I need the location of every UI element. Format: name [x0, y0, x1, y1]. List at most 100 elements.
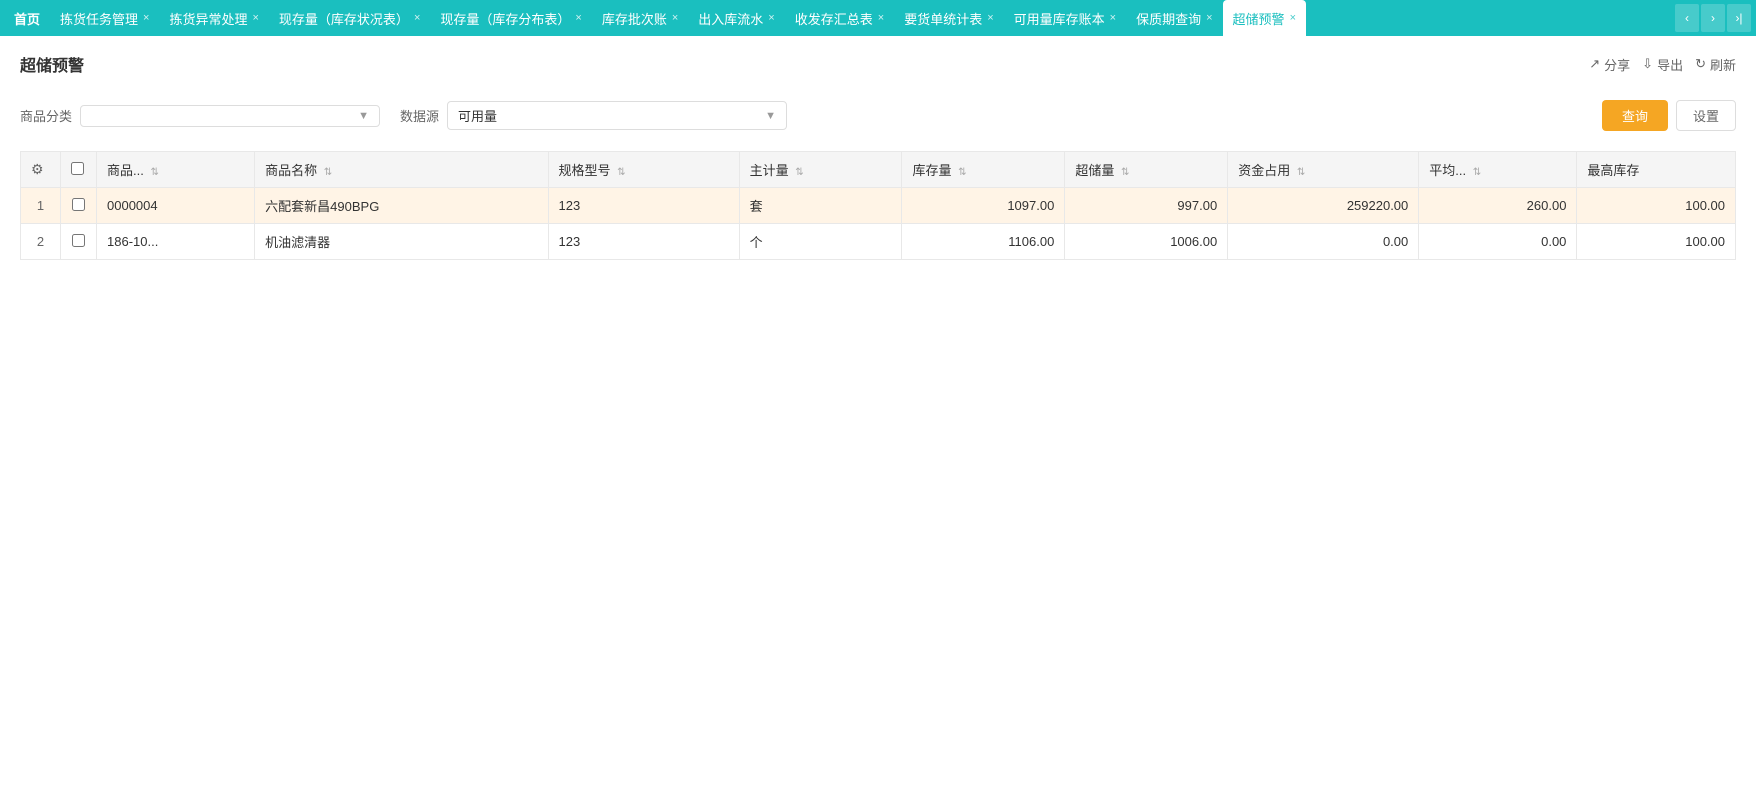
cell-max-stock: 100.00	[1577, 188, 1736, 224]
cell-max-stock: 100.00	[1577, 224, 1736, 260]
nav-tab-10[interactable]: 保质期查询 ×	[1126, 0, 1222, 36]
page-content: 超储预警 ↗ 分享 ⇩ 导出 ↻ 刷新 商品分类 ▼ 数据源	[0, 36, 1756, 800]
cell-avg: 0.00	[1419, 224, 1577, 260]
page-title: 超储预警	[20, 52, 84, 76]
data-table: ⚙ 商品... ⇅ 商品名称 ⇅ 规格型号 ⇅ 主计量	[20, 151, 1736, 260]
th-gear: ⚙	[21, 152, 61, 188]
export-icon: ⇩	[1642, 56, 1653, 72]
sort-icon: ⇅	[1473, 167, 1481, 178]
cell-avg: 260.00	[1419, 188, 1577, 224]
row-checkbox-cell	[61, 188, 97, 224]
th-product-code: 商品... ⇅	[97, 152, 255, 188]
sort-icon: ⇅	[958, 167, 966, 178]
cell-overage: 1006.00	[1065, 224, 1228, 260]
query-button[interactable]: 查询	[1602, 100, 1668, 131]
nav-tab-3[interactable]: 现存量（库存状况表） ×	[269, 0, 430, 36]
row-number: 1	[21, 188, 61, 224]
nav-tab-1[interactable]: 拣货任务管理 ×	[50, 0, 159, 36]
nav-tab-5[interactable]: 库存批次账 ×	[592, 0, 688, 36]
nav-tab-6[interactable]: 出入库流水 ×	[688, 0, 784, 36]
nav-tab-4[interactable]: 现存量（库存分布表） ×	[430, 0, 591, 36]
th-overage: 超储量 ⇅	[1065, 152, 1228, 188]
datasource-label: 数据源	[400, 106, 439, 125]
row-checkbox[interactable]	[72, 198, 85, 211]
header-row: ⚙ 商品... ⇅ 商品名称 ⇅ 规格型号 ⇅ 主计量	[21, 152, 1736, 188]
sort-icon: ⇅	[1297, 167, 1305, 178]
cell-stock: 1097.00	[902, 188, 1065, 224]
cell-overage: 997.00	[1065, 188, 1228, 224]
filter-bar: 商品分类 ▼ 数据源 可用量 ▼ 查询 设置	[20, 92, 1736, 139]
nav-tab-2[interactable]: 拣货异常处理 ×	[159, 0, 268, 36]
top-nav: 首页 拣货任务管理 × 拣货异常处理 × 现存量（库存状况表） × 现存量（库存…	[0, 0, 1756, 36]
share-button[interactable]: ↗ 分享	[1589, 55, 1630, 74]
table-body: 1 0000004 六配套新昌490BPG 123 套 1097.00 997.…	[21, 188, 1736, 260]
category-label: 商品分类	[20, 106, 72, 125]
close-icon[interactable]: ×	[414, 12, 420, 24]
cell-spec: 123	[548, 188, 739, 224]
cell-capital: 259220.00	[1228, 188, 1419, 224]
close-icon[interactable]: ×	[768, 12, 774, 24]
cell-capital: 0.00	[1228, 224, 1419, 260]
nav-tab-8[interactable]: 要货单统计表 ×	[894, 0, 1003, 36]
refresh-icon: ↻	[1695, 56, 1706, 72]
settings-button[interactable]: 设置	[1676, 100, 1736, 131]
nav-tab-11[interactable]: 超储预警 ×	[1223, 0, 1306, 36]
close-icon[interactable]: ×	[1110, 12, 1116, 24]
cell-unit: 个	[739, 224, 902, 260]
cell-unit: 套	[739, 188, 902, 224]
sort-icon: ⇅	[324, 167, 332, 178]
th-capital: 资金占用 ⇅	[1228, 152, 1419, 188]
export-button[interactable]: ⇩ 导出	[1642, 55, 1683, 74]
header-actions: ↗ 分享 ⇩ 导出 ↻ 刷新	[1589, 55, 1736, 74]
sort-icon: ⇅	[150, 167, 158, 178]
cell-stock: 1106.00	[902, 224, 1065, 260]
close-icon[interactable]: ×	[878, 12, 884, 24]
datasource-select-value: 可用量	[458, 106, 497, 125]
refresh-button[interactable]: ↻ 刷新	[1695, 55, 1736, 74]
cell-spec: 123	[548, 224, 739, 260]
cell-product-code: 0000004	[97, 188, 255, 224]
chevron-down-icon: ▼	[358, 110, 369, 122]
row-checkbox-cell	[61, 224, 97, 260]
datasource-select[interactable]: 可用量 ▼	[447, 101, 787, 130]
th-spec: 规格型号 ⇅	[548, 152, 739, 188]
th-unit: 主计量 ⇅	[739, 152, 902, 188]
row-number: 2	[21, 224, 61, 260]
cell-product-code: 186-10...	[97, 224, 255, 260]
category-filter: 商品分类 ▼	[20, 105, 380, 127]
sort-icon: ⇅	[1121, 167, 1129, 178]
nav-arrows: ‹ › ›|	[1674, 4, 1752, 32]
select-all-checkbox[interactable]	[71, 162, 84, 175]
table-row: 1 0000004 六配套新昌490BPG 123 套 1097.00 997.…	[21, 188, 1736, 224]
nav-prev-button[interactable]: ‹	[1675, 4, 1699, 32]
close-icon[interactable]: ×	[252, 12, 258, 24]
nav-next-button[interactable]: ›	[1701, 4, 1725, 32]
share-icon: ↗	[1589, 56, 1600, 72]
close-icon[interactable]: ×	[672, 12, 678, 24]
th-check	[61, 152, 97, 188]
chevron-down-icon: ▼	[765, 110, 776, 122]
datasource-filter: 数据源 可用量 ▼	[400, 101, 787, 130]
th-avg: 平均... ⇅	[1419, 152, 1577, 188]
close-icon[interactable]: ×	[575, 12, 581, 24]
page-header: 超储预警 ↗ 分享 ⇩ 导出 ↻ 刷新	[20, 52, 1736, 76]
close-icon[interactable]: ×	[143, 12, 149, 24]
table-row: 2 186-10... 机油滤清器 123 个 1106.00 1006.00 …	[21, 224, 1736, 260]
th-product-name: 商品名称 ⇅	[255, 152, 548, 188]
close-icon[interactable]: ×	[1206, 12, 1212, 24]
th-max-stock: 最高库存	[1577, 152, 1736, 188]
th-stock: 库存量 ⇅	[902, 152, 1065, 188]
sort-icon: ⇅	[795, 167, 803, 178]
category-select[interactable]: ▼	[80, 105, 380, 127]
nav-tab-9[interactable]: 可用量库存账本 ×	[1004, 0, 1126, 36]
gear-icon[interactable]: ⚙	[31, 161, 44, 177]
close-icon[interactable]: ×	[1290, 12, 1296, 24]
cell-product-name: 六配套新昌490BPG	[255, 188, 548, 224]
sort-icon: ⇅	[617, 167, 625, 178]
nav-home[interactable]: 首页	[4, 0, 50, 36]
nav-more-button[interactable]: ›|	[1727, 4, 1751, 32]
cell-product-name: 机油滤清器	[255, 224, 548, 260]
row-checkbox[interactable]	[72, 234, 85, 247]
close-icon[interactable]: ×	[987, 12, 993, 24]
nav-tab-7[interactable]: 收发存汇总表 ×	[785, 0, 894, 36]
